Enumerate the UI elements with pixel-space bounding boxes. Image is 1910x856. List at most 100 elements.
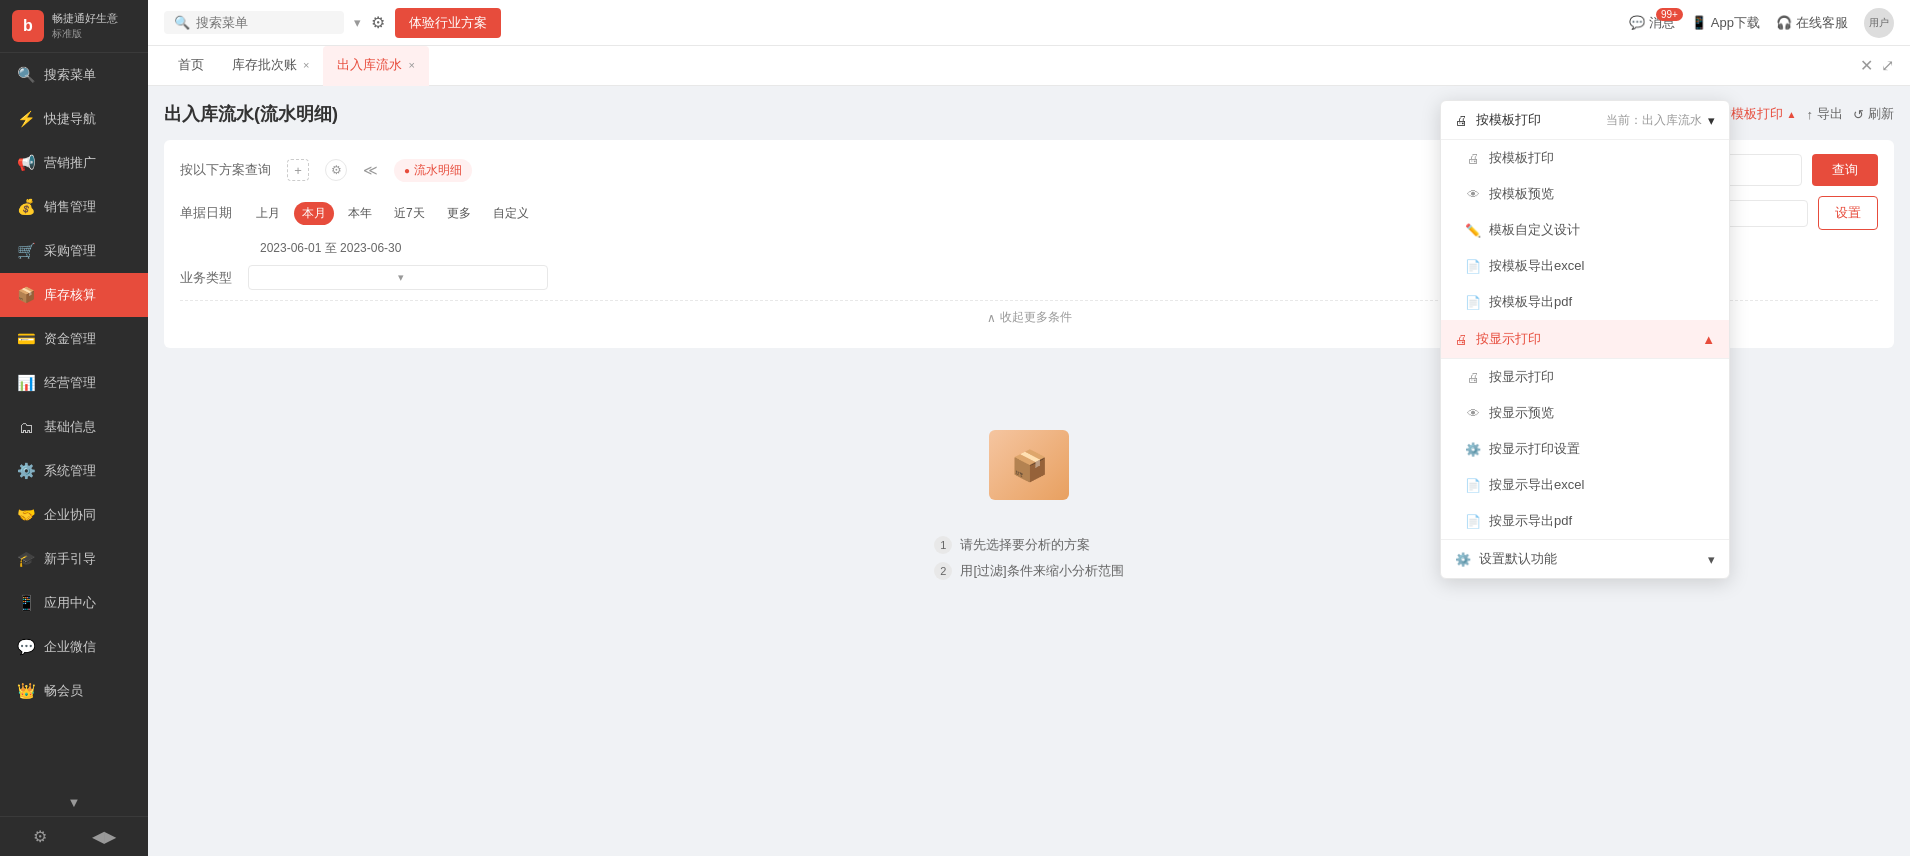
version-badge: 标准版	[52, 27, 118, 41]
dropdown-display-header[interactable]: 🖨 按显示打印 ▲	[1441, 320, 1729, 359]
tab-home[interactable]: 首页	[164, 46, 218, 86]
dropdown-item-display-pdf[interactable]: 📄 按显示导出pdf	[1441, 503, 1729, 539]
tab-close-warehouse-flow[interactable]: ×	[408, 59, 414, 71]
sidebar-item-quick-nav[interactable]: ⚡ 快捷导航	[0, 97, 148, 141]
tab-close-inventory-batch[interactable]: ×	[303, 59, 309, 71]
tab-inventory-batch[interactable]: 库存批次账 ×	[218, 46, 323, 86]
message-btn[interactable]: 💬 消息 99+	[1629, 14, 1675, 32]
dropdown-template-header[interactable]: 🖨 按模板打印 当前：出入库流水 ▾	[1441, 101, 1729, 140]
chart-icon: 📊	[16, 373, 36, 393]
date-this-year-btn[interactable]: 本年	[340, 202, 380, 225]
date-7days-btn[interactable]: 近7天	[386, 202, 433, 225]
chevron-up-collapse-icon: ∧	[987, 311, 996, 325]
date-last-month-btn[interactable]: 上月	[248, 202, 288, 225]
filter-add-btn[interactable]: +	[287, 159, 309, 181]
dropdown-item-display-preview[interactable]: 👁 按显示预览	[1441, 395, 1729, 431]
date-filter: 上月 本月 本年 近7天 更多 自定义	[248, 202, 537, 225]
dropdown-footer[interactable]: ⚙️ 设置默认功能 ▾	[1441, 539, 1729, 578]
expand-tabs-btn[interactable]: ⤢	[1881, 56, 1894, 75]
sidebar-item-appstore[interactable]: 📱 应用中心	[0, 581, 148, 625]
dropdown-item-display-settings[interactable]: ⚙️ 按显示打印设置	[1441, 431, 1729, 467]
sidebar-item-finance[interactable]: 💳 资金管理	[0, 317, 148, 361]
settings-button[interactable]: 设置	[1818, 196, 1878, 230]
date-label: 单据日期	[180, 204, 232, 222]
dropdown-item-display-print[interactable]: 🖨 按显示打印	[1441, 359, 1729, 395]
sidebar-item-guide[interactable]: 🎓 新手引导	[0, 537, 148, 581]
topbar-search-box[interactable]: 🔍	[164, 11, 344, 34]
cart-icon: 🛒	[16, 241, 36, 261]
template-excel-icon: 📄	[1465, 258, 1481, 274]
display-excel-icon: 📄	[1465, 477, 1481, 493]
settings-footer-icon[interactable]: ⚙	[33, 827, 47, 846]
sidebar-item-basic[interactable]: 🗂 基础信息	[0, 405, 148, 449]
dropdown-item-template-pdf[interactable]: 📄 按模板导出pdf	[1441, 284, 1729, 320]
sidebar-item-sales[interactable]: 💰 销售管理	[0, 185, 148, 229]
topbar: 🔍 ▾ ⚙ 体验行业方案 💬 消息 99+ 📱 App下载 🎧 在线客服	[148, 0, 1910, 46]
mobile-icon: 📱	[16, 593, 36, 613]
sidebar-nav: 🔍 搜索菜单 ⚡ 快捷导航 📢 营销推广 💰 销售管理 🛒 采购管理 📦	[0, 53, 148, 789]
app-download-btn[interactable]: 📱 App下载	[1691, 14, 1760, 32]
dropdown-item-display-excel[interactable]: 📄 按显示导出excel	[1441, 467, 1729, 503]
sidebar-item-purchase[interactable]: 🛒 采购管理	[0, 229, 148, 273]
refresh-icon: ↺	[1853, 107, 1864, 122]
dropdown-item-template-design[interactable]: ✏️ 模板自定义设计	[1441, 212, 1729, 248]
gear-icon: ⚙️	[16, 461, 36, 481]
filter-label: 按以下方案查询	[180, 161, 271, 179]
default-setting-icon: ⚙️	[1455, 552, 1471, 567]
display-pdf-icon: 📄	[1465, 513, 1481, 529]
sidebar-scroll-down[interactable]: ▼	[0, 789, 148, 816]
sidebar-item-search[interactable]: 🔍 搜索菜单	[0, 53, 148, 97]
chat-icon: 💬	[16, 637, 36, 657]
sidebar-item-marketing[interactable]: 📢 营销推广	[0, 141, 148, 185]
filter-setting-btn[interactable]: ⚙	[325, 159, 347, 181]
filter-tag[interactable]: ● 流水明细	[394, 159, 472, 182]
date-more-btn[interactable]: 更多	[439, 202, 479, 225]
topbar-right-area: 💬 消息 99+ 📱 App下载 🎧 在线客服 用户	[1629, 8, 1894, 38]
empty-step-2: 2 用[过滤]条件来缩小分析范围	[934, 562, 1123, 580]
dropdown-item-template-excel[interactable]: 📄 按模板导出excel	[1441, 248, 1729, 284]
dropdown-item-template-print[interactable]: 🖨 按模板打印	[1441, 140, 1729, 176]
current-template-label: 当前：出入库流水	[1606, 112, 1702, 129]
tabs-controls: ✕ ⤢	[1860, 56, 1894, 75]
search-input[interactable]	[196, 15, 316, 30]
page-title: 出入库流水(流水明细)	[164, 102, 338, 126]
printer-header-icon: 🖨	[1455, 113, 1468, 128]
step-2-number: 2	[934, 562, 952, 580]
display-preview-icon: 👁	[1465, 405, 1481, 421]
sidebar-item-operation[interactable]: 📊 经营管理	[0, 361, 148, 405]
sidebar-item-system[interactable]: ⚙️ 系统管理	[0, 449, 148, 493]
date-this-month-btn[interactable]: 本月	[294, 202, 334, 225]
avatar[interactable]: 用户	[1864, 8, 1894, 38]
refresh-btn[interactable]: ↺ 刷新	[1853, 105, 1894, 123]
empty-box-icon: 📦	[989, 430, 1069, 500]
headset-icon: 🎧	[1776, 15, 1792, 30]
biz-type-label: 业务类型	[180, 269, 232, 287]
collapse-sidebar-icon[interactable]: ◀▶	[92, 827, 116, 846]
topbar-chevron-icon[interactable]: ▾	[354, 15, 361, 30]
filter-collapse-icon[interactable]: ≪	[363, 162, 378, 178]
topbar-gear-icon[interactable]: ⚙	[371, 13, 385, 32]
megaphone-icon: 📢	[16, 153, 36, 173]
sidebar-item-member[interactable]: 👑 畅会员	[0, 669, 148, 713]
sidebar-item-inventory[interactable]: 📦 库存核算	[0, 273, 148, 317]
close-all-tabs-btn[interactable]: ✕	[1860, 56, 1873, 75]
sidebar-item-collab[interactable]: 🤝 企业协同	[0, 493, 148, 537]
query-button[interactable]: 查询	[1812, 154, 1878, 186]
print-dropdown-panel: 🖨 按模板打印 当前：出入库流水 ▾ 🖨 按模板打印 👁 按模板预览 ✏️ 模板…	[1440, 100, 1730, 579]
customer-service-btn[interactable]: 🎧 在线客服	[1776, 14, 1848, 32]
date-custom-btn[interactable]: 自定义	[485, 202, 537, 225]
trial-button[interactable]: 体验行业方案	[395, 8, 501, 38]
export-btn[interactable]: ↑ 导出	[1807, 105, 1844, 123]
display-print-icon: 🖨	[1465, 369, 1481, 385]
tab-warehouse-flow[interactable]: 出入库流水 ×	[323, 46, 428, 86]
collapse-more-btn[interactable]: ∧ 收起更多条件	[987, 309, 1072, 326]
handshake-icon: 🤝	[16, 505, 36, 525]
display-settings-icon: ⚙️	[1465, 441, 1481, 457]
biz-type-select[interactable]: ▾	[248, 265, 548, 290]
sidebar-logo: b 畅捷通好生意 标准版	[0, 0, 148, 53]
dropdown-item-template-preview[interactable]: 👁 按模板预览	[1441, 176, 1729, 212]
template-print-icon: 🖨	[1465, 150, 1481, 166]
folder-icon: 🗂	[16, 417, 36, 437]
chevron-up-icon: ▲	[1787, 109, 1797, 120]
sidebar-item-wechat[interactable]: 💬 企业微信	[0, 625, 148, 669]
